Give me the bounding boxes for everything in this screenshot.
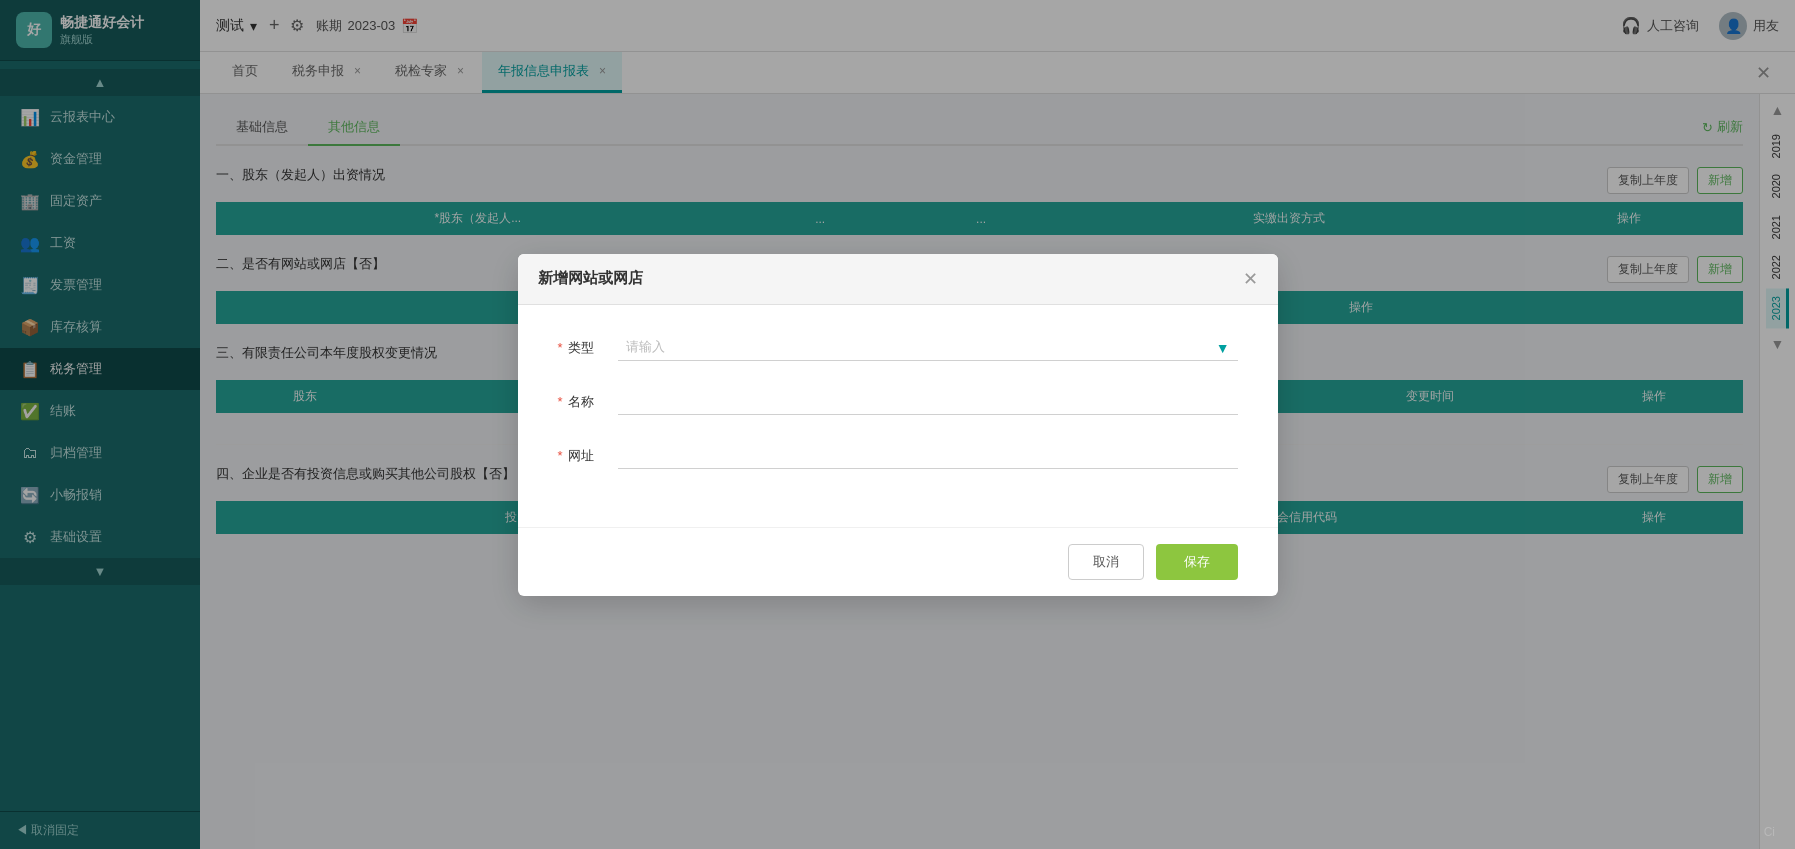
- add-website-modal: 新增网站或网店 ✕ * 类型 ▼ * 名称: [518, 254, 1278, 596]
- required-star-url: *: [558, 448, 563, 463]
- type-input-wrap: ▼: [618, 335, 1238, 361]
- modal-footer: 取消 保存: [518, 527, 1278, 596]
- form-row-url: * 网址: [558, 443, 1238, 469]
- watermark: Ci: [1764, 825, 1775, 839]
- form-row-type: * 类型 ▼: [558, 335, 1238, 361]
- type-input[interactable]: [618, 335, 1238, 361]
- name-input-wrap: [618, 389, 1238, 415]
- modal-title: 新增网站或网店: [538, 269, 643, 288]
- url-input-wrap: [618, 443, 1238, 469]
- cancel-button[interactable]: 取消: [1068, 544, 1144, 580]
- modal-overlay: 新增网站或网店 ✕ * 类型 ▼ * 名称: [0, 0, 1795, 849]
- required-star-name: *: [558, 394, 563, 409]
- modal-body: * 类型 ▼ * 名称 *: [518, 305, 1278, 527]
- modal-close-button[interactable]: ✕: [1243, 268, 1258, 290]
- save-button[interactable]: 保存: [1156, 544, 1238, 580]
- name-label: * 名称: [558, 393, 618, 411]
- url-label: * 网址: [558, 447, 618, 465]
- modal-header: 新增网站或网店 ✕: [518, 254, 1278, 305]
- required-star-type: *: [558, 340, 563, 355]
- type-label: * 类型: [558, 339, 618, 357]
- name-input[interactable]: [618, 389, 1238, 415]
- url-input[interactable]: [618, 443, 1238, 469]
- form-row-name: * 名称: [558, 389, 1238, 415]
